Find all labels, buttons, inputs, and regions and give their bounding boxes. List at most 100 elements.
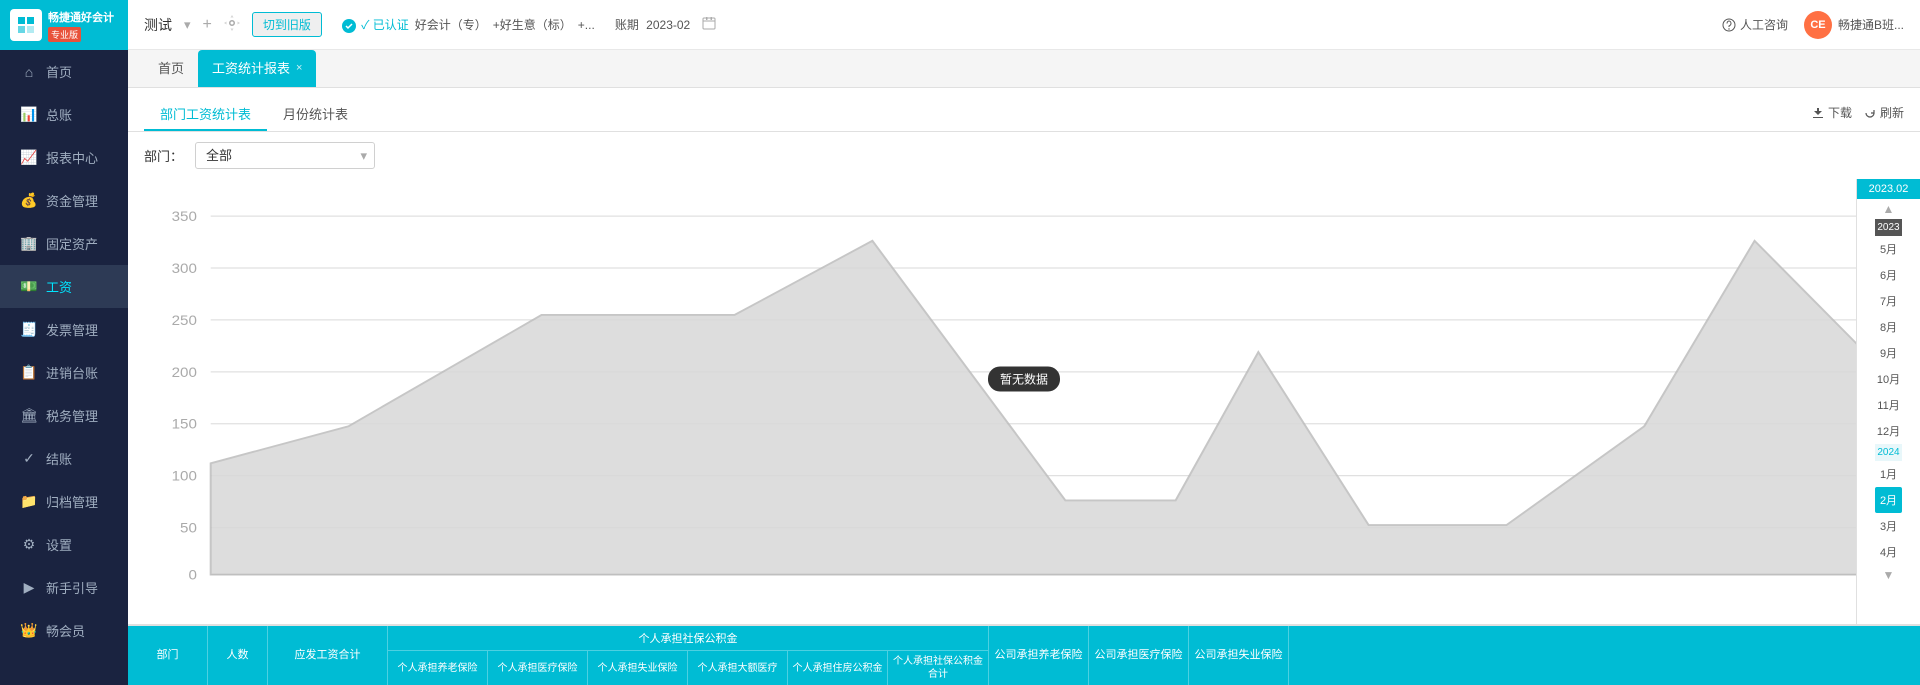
good-accounting-badge: 好会计（专） bbox=[415, 16, 487, 33]
svg-text:300: 300 bbox=[172, 262, 197, 277]
sidebar-icon-发票管理: 🧾 bbox=[20, 321, 38, 338]
th-人数: 人数 bbox=[208, 626, 268, 685]
tabs-bar: 首页 工资统计报表 × bbox=[128, 50, 1920, 88]
date-panel-months: 20235月6月7月8月9月10月11月12月20241月2月3月4月 bbox=[1875, 219, 1902, 565]
date-month-10月[interactable]: 10月 bbox=[1875, 366, 1902, 392]
topbar: 测试 ▾ + 切到旧版 ✓ 已认证 好会计（专） +好生意（标） +... 账期… bbox=[128, 0, 1920, 50]
sidebar-icon-税务管理: 🏛 bbox=[20, 407, 38, 424]
sidebar-item-报表中心[interactable]: 📈报表中心 bbox=[0, 136, 128, 179]
sidebar-item-资金管理[interactable]: 💰 资金管理 bbox=[0, 179, 128, 222]
sidebar-icon-归档管理: 📁 bbox=[20, 493, 38, 510]
svg-text:350: 350 bbox=[172, 210, 197, 225]
sidebar-item-总账[interactable]: 📊 总账 bbox=[0, 93, 128, 136]
date-year-2023[interactable]: 2023 bbox=[1875, 219, 1902, 236]
sidebar-label: 报表中心 bbox=[46, 148, 98, 167]
consult-button[interactable]: 人工咨询 bbox=[1722, 16, 1788, 33]
logo-area: 畅捷通好会计 专业版 bbox=[0, 0, 128, 50]
chart-svg: 350 300 250 200 150 100 50 0 bbox=[128, 179, 1920, 624]
sidebar-label: 进销台账 bbox=[46, 363, 98, 382]
chart-container: 350 300 250 200 150 100 50 0 暂无数据 bbox=[128, 179, 1920, 624]
project-title: 测试 bbox=[144, 15, 172, 35]
sidebar-item-工资[interactable]: 💵工资 bbox=[0, 265, 128, 308]
th-公司承担养老保险: 公司承担养老保险 bbox=[989, 626, 1089, 685]
sidebar-label: 结账 bbox=[46, 449, 72, 468]
filter-bar: 部门： 全部 销售部 财务部 技术部 人事部 bbox=[128, 132, 1920, 179]
verified-badge: ✓ 已认证 bbox=[342, 16, 409, 33]
sidebar-icon-总账: 📊 bbox=[20, 106, 38, 123]
logo-text: 畅捷通好会计 专业版 bbox=[48, 9, 114, 42]
more-badge: +... bbox=[578, 18, 595, 32]
sidebar-label: 工资 bbox=[46, 277, 72, 296]
sidebar-item-结账[interactable]: ✓ 结账 bbox=[0, 437, 128, 480]
date-month-7月[interactable]: 7月 bbox=[1875, 288, 1902, 314]
date-panel-up[interactable]: ▲ bbox=[1880, 199, 1898, 219]
sidebar-item-进销台账[interactable]: 📋进销台账 bbox=[0, 351, 128, 394]
sidebar-icon-结账: ✓ bbox=[20, 450, 38, 467]
date-month-6月[interactable]: 6月 bbox=[1875, 262, 1902, 288]
sidebar-item-畅会员[interactable]: 👑畅会员 bbox=[0, 609, 128, 652]
sidebar-item-固定资产[interactable]: 🏢 固定资产 bbox=[0, 222, 128, 265]
tab-payroll-report[interactable]: 工资统计报表 × bbox=[198, 50, 316, 87]
sidebar-icon-资金管理: 💰 bbox=[20, 192, 38, 209]
date-month-4月[interactable]: 4月 bbox=[1875, 539, 1902, 565]
sidebar-icon-固定资产: 🏢 bbox=[20, 235, 38, 252]
date-month-2月[interactable]: 2月 bbox=[1875, 487, 1902, 513]
sidebar-item-新手引导[interactable]: ▶新手引导 bbox=[0, 566, 128, 609]
subtab-month[interactable]: 月份统计表 bbox=[267, 98, 364, 131]
sidebar-label: 发票管理 bbox=[46, 320, 98, 339]
date-month-12月[interactable]: 12月 bbox=[1875, 418, 1902, 444]
date-month-9月[interactable]: 9月 bbox=[1875, 340, 1902, 366]
sidebar-label: 税务管理 bbox=[46, 406, 98, 425]
dept-filter-label: 部门： bbox=[144, 146, 183, 165]
th-公司承担医疗保险: 公司承担医疗保险 bbox=[1089, 626, 1189, 685]
download-button[interactable]: 下载 bbox=[1812, 104, 1852, 121]
sidebar-item-税务管理[interactable]: 🏛 税务管理 bbox=[0, 394, 128, 437]
svg-text:150: 150 bbox=[172, 417, 197, 432]
date-year-2024[interactable]: 2024 bbox=[1875, 444, 1902, 461]
th-公司承担失业保险: 公司承担失业保险 bbox=[1189, 626, 1289, 685]
sidebar-icon-畅会员: 👑 bbox=[20, 622, 38, 639]
sidebar-label: 设置 bbox=[46, 535, 72, 554]
calendar-icon[interactable] bbox=[702, 16, 716, 33]
user-menu[interactable]: CE 畅捷通B班... bbox=[1804, 11, 1904, 39]
sidebar-label: 资金管理 bbox=[46, 191, 98, 210]
add-project-button[interactable]: + bbox=[203, 16, 212, 34]
th-group-personal: 个人承担社保公积金个人承担养老保险个人承担医疗保险个人承担失业保险个人承担大额医… bbox=[388, 626, 989, 685]
content-area: 部门工资统计表 月份统计表 下载 刷新 部门： 全部 bbox=[128, 88, 1920, 685]
settings-icon[interactable] bbox=[224, 15, 240, 34]
date-month-11月[interactable]: 11月 bbox=[1875, 392, 1902, 418]
sidebar-icon-设置: ⚙ bbox=[20, 536, 38, 553]
th-个人承担养老保险: 个人承担养老保险 bbox=[388, 651, 488, 685]
main-area: 测试 ▾ + 切到旧版 ✓ 已认证 好会计（专） +好生意（标） +... 账期… bbox=[128, 0, 1920, 685]
subtab-dept[interactable]: 部门工资统计表 bbox=[144, 98, 267, 131]
sidebar-item-设置[interactable]: ⚙ 设置 bbox=[0, 523, 128, 566]
th-个人承担失业保险: 个人承担失业保险 bbox=[588, 651, 688, 685]
sidebar-item-归档管理[interactable]: 📁归档管理 bbox=[0, 480, 128, 523]
table-header: 部门人数应发工资合计个人承担社保公积金个人承担养老保险个人承担医疗保险个人承担失… bbox=[128, 624, 1920, 685]
project-dropdown-icon[interactable]: ▾ bbox=[184, 17, 191, 33]
date-month-8月[interactable]: 8月 bbox=[1875, 314, 1902, 340]
date-panel-down[interactable]: ▼ bbox=[1880, 565, 1898, 585]
period-label: 账期 2023-02 bbox=[615, 16, 690, 33]
sidebar-item-首页[interactable]: ⌂首页 bbox=[0, 50, 128, 93]
sidebar-label: 总账 bbox=[46, 105, 72, 124]
refresh-button[interactable]: 刷新 bbox=[1864, 104, 1904, 121]
sidebar-label: 固定资产 bbox=[46, 234, 98, 253]
date-month-1月[interactable]: 1月 bbox=[1875, 461, 1902, 487]
date-month-3月[interactable]: 3月 bbox=[1875, 513, 1902, 539]
user-name: 畅捷通B班... bbox=[1838, 16, 1904, 33]
date-month-5月[interactable]: 5月 bbox=[1875, 236, 1902, 262]
business-badge: +好生意（标） bbox=[493, 16, 572, 33]
svg-text:250: 250 bbox=[172, 314, 197, 329]
tab-home[interactable]: 首页 bbox=[144, 50, 198, 87]
tab-close-icon[interactable]: × bbox=[296, 62, 302, 74]
date-panel-header: 2023.02 bbox=[1857, 179, 1920, 199]
svg-text:50: 50 bbox=[180, 521, 197, 536]
switch-oldmode-button[interactable]: 切到旧版 bbox=[252, 12, 322, 37]
th-个人承担住房公积金: 个人承担住房公积金 bbox=[788, 651, 888, 685]
th-部门: 部门 bbox=[128, 626, 208, 685]
subtabs: 部门工资统计表 月份统计表 下载 刷新 bbox=[128, 88, 1920, 132]
sidebar-label: 首页 bbox=[46, 62, 72, 81]
dept-select[interactable]: 全部 销售部 财务部 技术部 人事部 bbox=[195, 142, 375, 169]
sidebar-item-发票管理[interactable]: 🧾 发票管理 bbox=[0, 308, 128, 351]
